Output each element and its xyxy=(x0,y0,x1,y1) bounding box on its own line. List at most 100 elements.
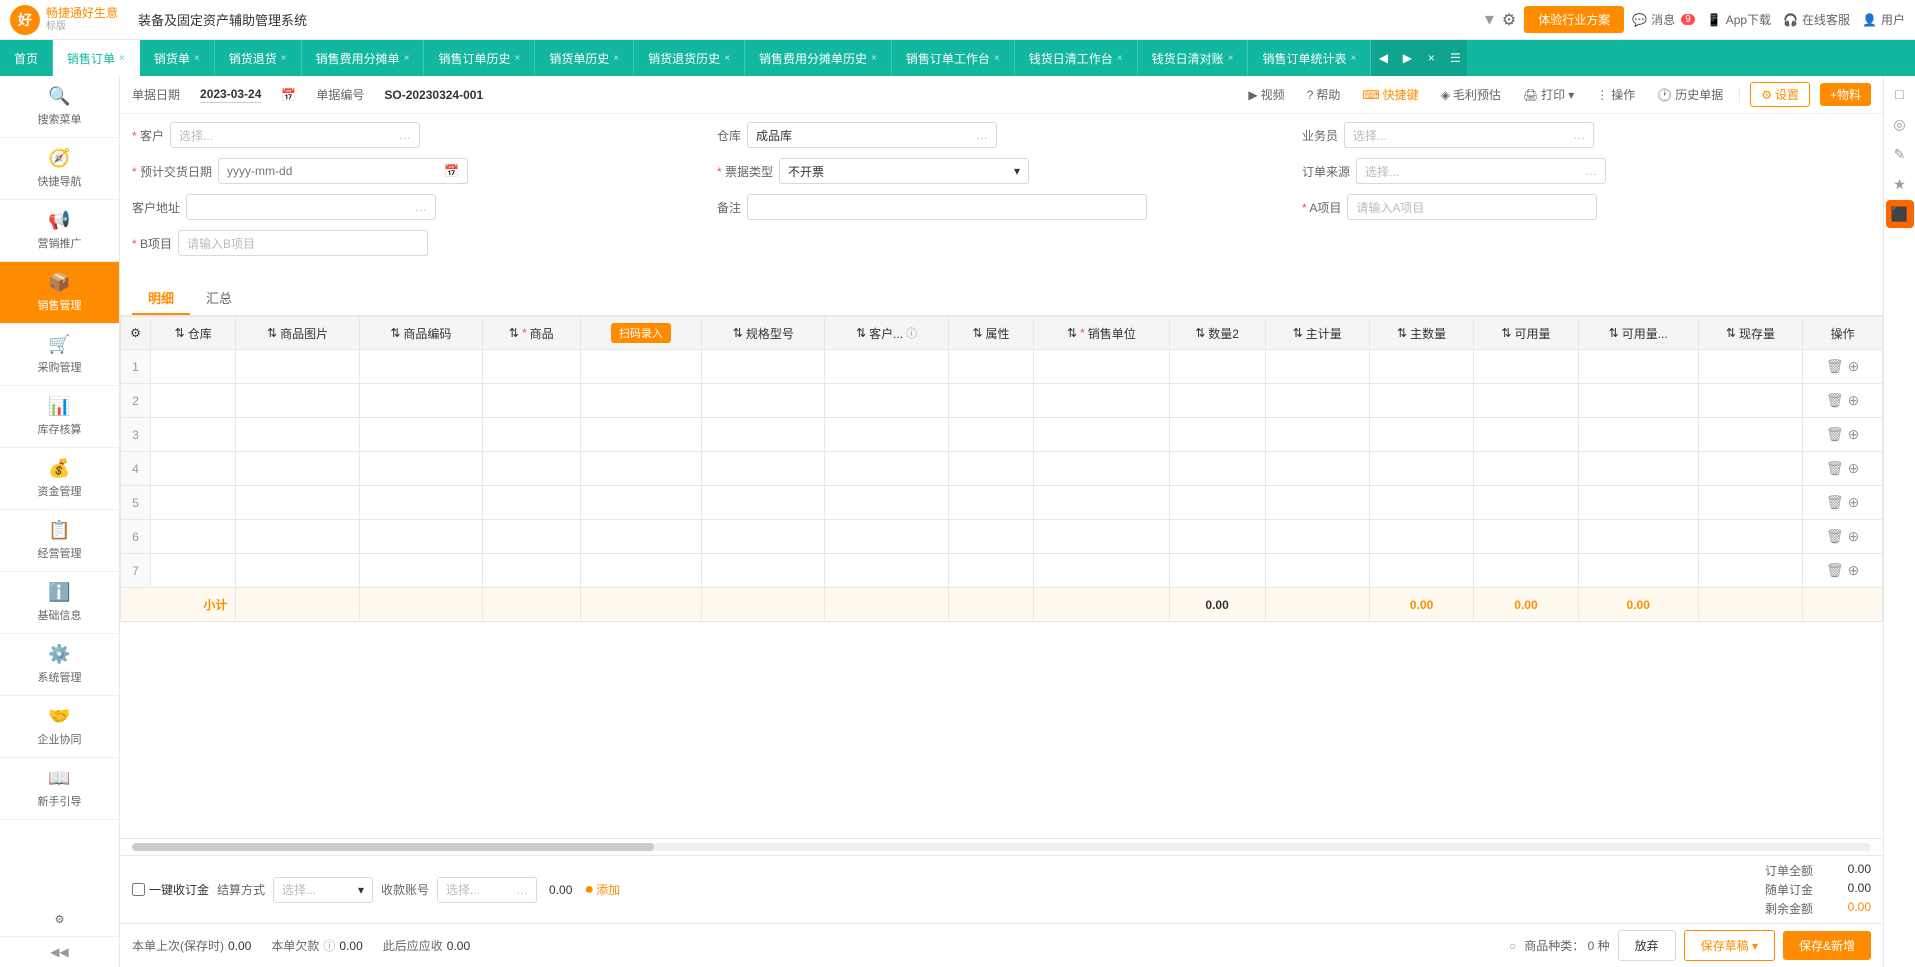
tab-home[interactable]: 首页 xyxy=(0,40,53,76)
th-product-code[interactable]: ⇅商品编码 xyxy=(359,317,482,350)
row-2-spec[interactable] xyxy=(702,384,825,418)
row-delete-button[interactable]: 🗑 xyxy=(1826,528,1844,545)
row-2-warehouse[interactable] xyxy=(151,384,236,418)
row-delete-button[interactable]: 🗑 xyxy=(1826,358,1844,375)
row-2-main-qty[interactable] xyxy=(1369,384,1473,418)
th-product[interactable]: ⇅*商品 xyxy=(483,317,581,350)
close-icon[interactable]: × xyxy=(1350,53,1356,64)
sidebar-item-gear[interactable]: ⚙ xyxy=(0,903,119,937)
tab-cost-split-history[interactable]: 销售费用分摊单历史 × xyxy=(745,40,892,76)
th-product-img[interactable]: ⇅商品图片 xyxy=(236,317,359,350)
dropdown-arrow-icon[interactable]: ▾ xyxy=(1485,9,1494,30)
sidebar-collapse-button[interactable]: ◀◀ xyxy=(0,937,119,967)
th-spec[interactable]: ⇅规格型号 xyxy=(702,317,825,350)
tab-sales-invoice[interactable]: 销货单 × xyxy=(140,40,215,76)
online-support-button[interactable]: 🎧 在线客服 xyxy=(1783,11,1850,28)
nav-prev-arrow[interactable]: ◀ xyxy=(1371,40,1395,76)
single-date-value[interactable]: 2023-03-24 xyxy=(200,87,261,103)
row-copy-button[interactable]: ⊕ xyxy=(1848,562,1860,579)
sidebar-item-info[interactable]: ℹ️ 基础信息 xyxy=(0,572,119,634)
warehouse-more-icon[interactable]: … xyxy=(976,128,988,142)
th-attr[interactable]: ⇅属性 xyxy=(948,317,1033,350)
settle-method-select[interactable]: 选择... ▾ xyxy=(273,877,373,903)
one-click-checkbox[interactable]: 一键收订金 xyxy=(132,881,209,898)
row-1-spec[interactable] xyxy=(702,350,825,384)
nav-close-all[interactable]: × xyxy=(1419,40,1443,76)
tab-sales-statistics[interactable]: 销售订单统计表 × xyxy=(1248,40,1371,76)
sidebar-item-system[interactable]: ⚙️ 系统管理 xyxy=(0,634,119,696)
row-1-current-stock[interactable] xyxy=(1698,350,1802,384)
remarks-input[interactable] xyxy=(747,194,1147,220)
th-customer-ref[interactable]: ⇅客户... ⓘ xyxy=(825,317,948,350)
right-panel-btn-3[interactable]: ✎ xyxy=(1886,140,1914,168)
row-1-available2[interactable] xyxy=(1578,350,1698,384)
sidebar-item-collab[interactable]: 🤝 企业协同 xyxy=(0,696,119,758)
row-2-main-unit[interactable] xyxy=(1265,384,1369,418)
tab-invoice-history[interactable]: 销货单历史 × xyxy=(535,40,634,76)
row-1-attr[interactable] xyxy=(948,350,1033,384)
row-2-current-stock[interactable] xyxy=(1698,384,1802,418)
row-delete-button[interactable]: 🗑 xyxy=(1826,494,1844,511)
row-copy-button[interactable]: ⊕ xyxy=(1848,460,1860,477)
tab-return-history[interactable]: 销货退货历史 × xyxy=(634,40,745,76)
row-1-main-unit[interactable] xyxy=(1265,350,1369,384)
th-main-unit[interactable]: ⇅主计量 xyxy=(1265,317,1369,350)
nav-next-arrow[interactable]: ▶ xyxy=(1395,40,1419,76)
ticket-type-select[interactable]: 不开票 ▾ xyxy=(779,158,1029,184)
user-avatar[interactable]: 👤 用户 xyxy=(1862,11,1905,28)
row-delete-button[interactable]: 🗑 xyxy=(1826,392,1844,409)
right-panel-btn-5[interactable]: ⬛ xyxy=(1886,200,1914,228)
delivery-date-text[interactable] xyxy=(227,164,440,178)
row-1-product-img[interactable] xyxy=(236,350,359,384)
sidebar-item-quicknav[interactable]: 🧭 快捷导航 xyxy=(0,138,119,200)
profit-estimate-button[interactable]: ◈ 毛利预估 xyxy=(1435,84,1507,105)
row-2-product-code[interactable] xyxy=(359,384,482,418)
close-icon[interactable]: × xyxy=(994,53,1000,64)
nav-menu-icon[interactable]: ☰ xyxy=(1443,40,1467,76)
ops-button[interactable]: ⋮ 操作 xyxy=(1590,84,1641,105)
help-button[interactable]: ? 帮助 xyxy=(1301,84,1347,105)
close-icon[interactable]: × xyxy=(1228,53,1234,64)
staff-more-icon[interactable]: … xyxy=(1573,128,1585,142)
row-copy-button[interactable]: ⊕ xyxy=(1848,358,1860,375)
row-2-available2[interactable] xyxy=(1578,384,1698,418)
receipt-account-input[interactable]: 选择... … xyxy=(437,877,537,903)
th-available[interactable]: ⇅可用量 xyxy=(1474,317,1578,350)
scroll-thumb[interactable] xyxy=(132,843,654,851)
address-input[interactable]: … xyxy=(186,194,436,220)
settings-button[interactable]: ⚙ 设置 xyxy=(1750,82,1810,107)
th-qty2[interactable]: ⇅数量2 xyxy=(1169,317,1265,350)
th-scan[interactable]: 扫码录入 xyxy=(580,317,702,350)
customer-more-icon[interactable]: … xyxy=(399,128,411,142)
row-1-main-qty[interactable] xyxy=(1369,350,1473,384)
row-delete-button[interactable]: 🗑 xyxy=(1826,426,1844,443)
close-icon[interactable]: × xyxy=(281,53,287,64)
th-warehouse[interactable]: ⇅仓库 xyxy=(151,317,236,350)
th-current-stock[interactable]: ⇅现存量 xyxy=(1698,317,1802,350)
tab-sales-order-history[interactable]: 销售订单历史 × xyxy=(424,40,535,76)
close-icon[interactable]: × xyxy=(724,53,730,64)
tab-daily-workbench[interactable]: 钱货日清工作台 × xyxy=(1015,40,1138,76)
tab-daily-reconcile[interactable]: 钱货日清对账 × xyxy=(1138,40,1249,76)
sidebar-item-search[interactable]: 🔍 搜索菜单 xyxy=(0,76,119,138)
save-new-button[interactable]: 保存&新增 xyxy=(1783,931,1871,960)
row-1-product-code[interactable] xyxy=(359,350,482,384)
right-panel-btn-1[interactable]: □ xyxy=(1886,80,1914,108)
close-icon[interactable]: × xyxy=(194,53,200,64)
address-more-icon[interactable]: … xyxy=(415,200,427,214)
sidebar-item-guide[interactable]: 📖 新手引导 xyxy=(0,758,119,820)
add-material-button[interactable]: +物料 xyxy=(1820,83,1871,106)
close-icon[interactable]: × xyxy=(119,53,125,64)
add-payment-button[interactable]: ● 添加 xyxy=(584,881,620,899)
row-2-qty2[interactable] xyxy=(1169,384,1265,418)
settings-gear-icon[interactable]: ⚙ xyxy=(1502,10,1516,30)
message-button[interactable]: 💬 消息 9 xyxy=(1632,11,1695,28)
receipt-more-icon[interactable]: … xyxy=(516,883,528,897)
tab-sales-workbench[interactable]: 销售订单工作台 × xyxy=(892,40,1015,76)
row-copy-button[interactable]: ⊕ xyxy=(1848,528,1860,545)
sidebar-item-ops[interactable]: 📋 经营管理 xyxy=(0,510,119,572)
row-copy-button[interactable]: ⊕ xyxy=(1848,426,1860,443)
row-1-product[interactable] xyxy=(483,350,581,384)
shortcut-button[interactable]: ⌨ 快捷键 xyxy=(1356,84,1424,105)
row-1-qty2[interactable] xyxy=(1169,350,1265,384)
